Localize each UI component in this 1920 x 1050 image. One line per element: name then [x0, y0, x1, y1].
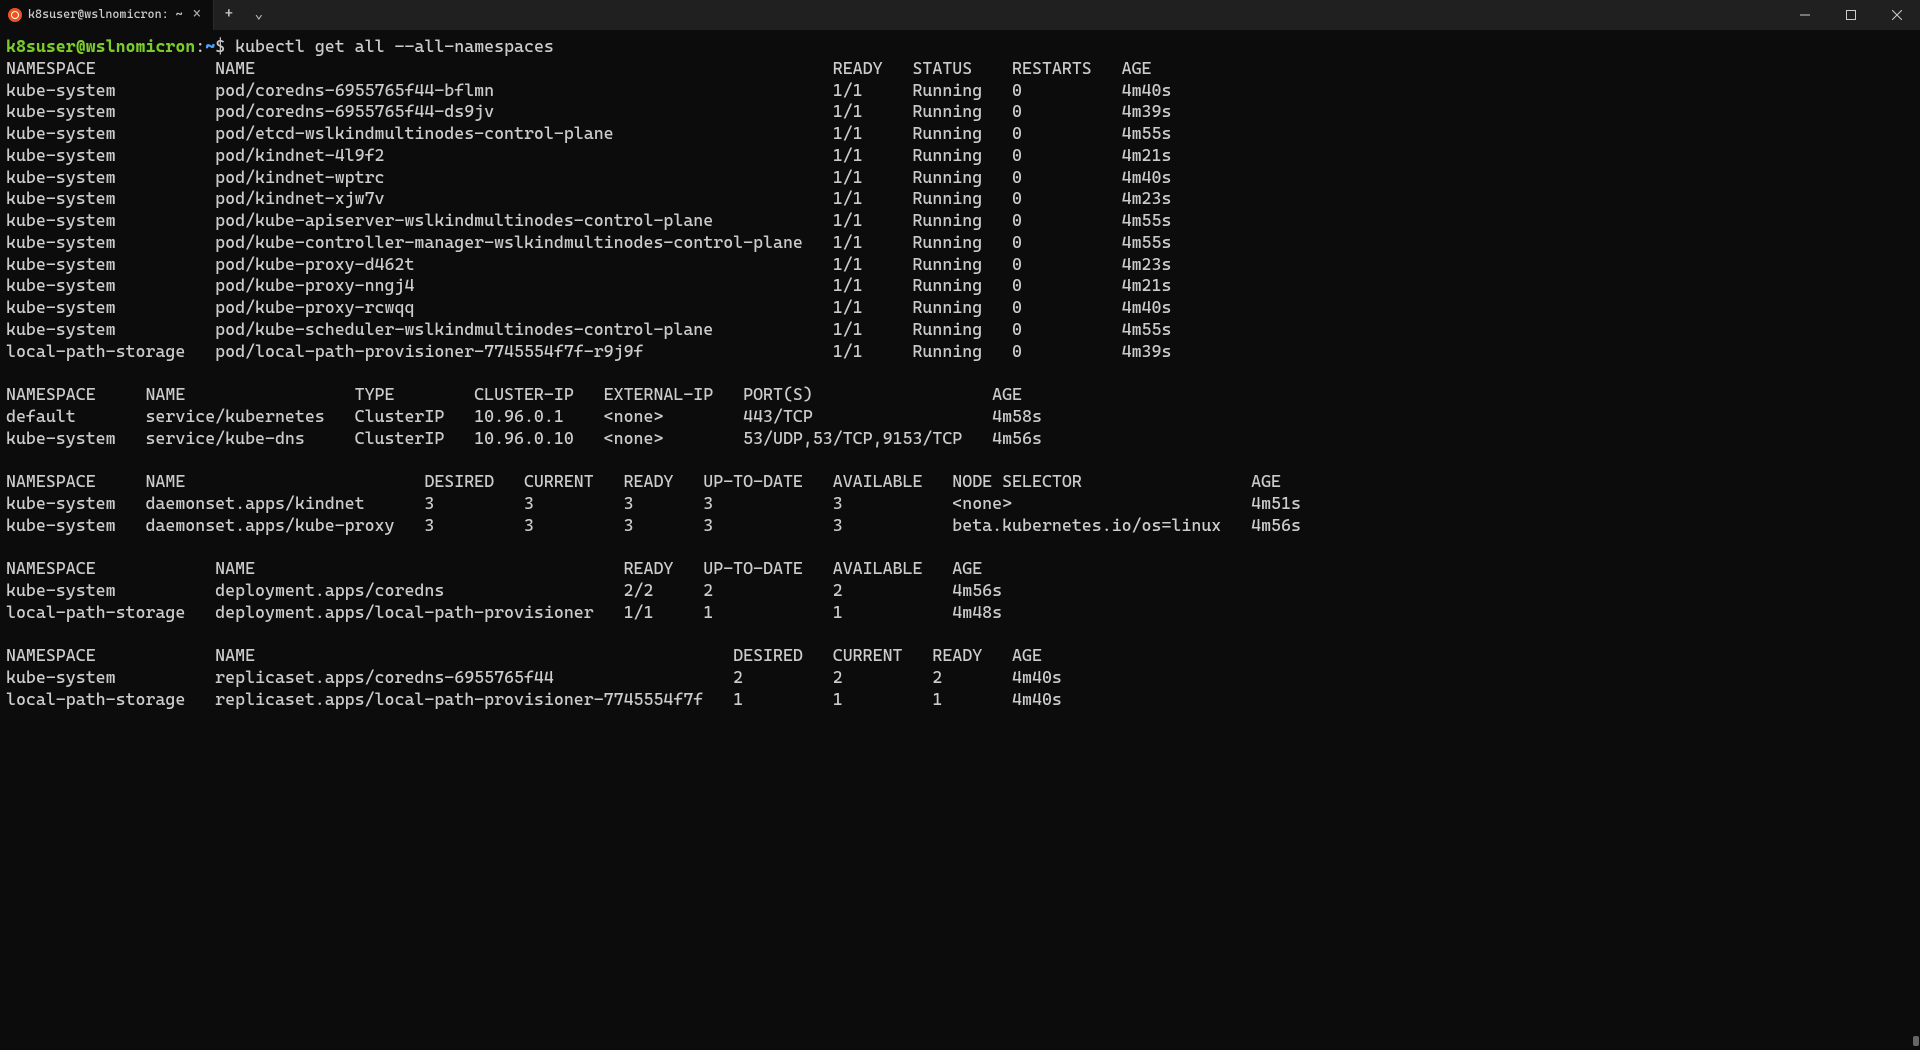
- minimize-icon: [1800, 10, 1810, 20]
- terminal-line: kube-system pod/kindnet-wptrc 1/1 Runnin…: [6, 167, 1914, 189]
- terminal-line: kube-system pod/kube-proxy-nngj4 1/1 Run…: [6, 275, 1914, 297]
- terminal-line: kube-system pod/coredns-6955765f44-bflmn…: [6, 80, 1914, 102]
- chevron-down-icon: ⌄: [255, 6, 263, 24]
- terminal-line: [6, 449, 1914, 471]
- terminal-line: NAMESPACE NAME DESIRED CURRENT READY UP-…: [6, 471, 1914, 493]
- terminal-line: kube-system daemonset.apps/kindnet 3 3 3…: [6, 493, 1914, 515]
- terminal-line: NAMESPACE NAME DESIRED CURRENT READY AGE: [6, 645, 1914, 667]
- terminal-line: kube-system pod/kube-controller-manager-…: [6, 232, 1914, 254]
- terminal-line: kube-system pod/kube-apiserver-wslkindmu…: [6, 210, 1914, 232]
- terminal-line: NAMESPACE NAME TYPE CLUSTER-IP EXTERNAL-…: [6, 384, 1914, 406]
- tab-active[interactable]: k8suser@wslnomicron: ~ ×: [0, 0, 214, 30]
- close-window-button[interactable]: [1874, 0, 1920, 30]
- terminal-line: default service/kubernetes ClusterIP 10.…: [6, 406, 1914, 428]
- terminal-line: kube-system deployment.apps/coredns 2/2 …: [6, 580, 1914, 602]
- prompt-user: k8suser@wslnomicron: [6, 36, 195, 56]
- terminal-line: kube-system pod/kube-proxy-rcwqq 1/1 Run…: [6, 297, 1914, 319]
- plus-icon: +: [225, 6, 233, 24]
- close-window-icon: [1892, 10, 1902, 20]
- prompt-colon: :: [195, 36, 205, 56]
- terminal-line: kube-system pod/kube-proxy-d462t 1/1 Run…: [6, 254, 1914, 276]
- prompt-sigil: $: [215, 36, 235, 56]
- terminal-line: kube-system pod/kindnet-xjw7v 1/1 Runnin…: [6, 188, 1914, 210]
- new-tab-button[interactable]: +: [214, 0, 244, 30]
- terminal-line: NAMESPACE NAME READY UP-TO-DATE AVAILABL…: [6, 558, 1914, 580]
- terminal-line: [6, 536, 1914, 558]
- terminal-line: NAMESPACE NAME READY STATUS RESTARTS AGE: [6, 58, 1914, 80]
- prompt-path: ~: [205, 36, 215, 56]
- terminal-line: kube-system service/kube-dns ClusterIP 1…: [6, 428, 1914, 450]
- terminal-line: [6, 362, 1914, 384]
- terminal-line: local-path-storage replicaset.apps/local…: [6, 689, 1914, 711]
- titlebar-drag-area[interactable]: [274, 0, 1782, 30]
- prompt-line: k8suser@wslnomicron:~$ kubectl get all -…: [6, 36, 1914, 58]
- scrollbar[interactable]: [1913, 1036, 1919, 1046]
- minimize-button[interactable]: [1782, 0, 1828, 30]
- terminal-line: kube-system replicaset.apps/coredns-6955…: [6, 667, 1914, 689]
- tab-dropdown-button[interactable]: ⌄: [244, 0, 274, 30]
- tab-title: k8suser@wslnomicron: ~: [28, 7, 183, 22]
- close-icon[interactable]: ×: [189, 6, 205, 24]
- maximize-button[interactable]: [1828, 0, 1874, 30]
- terminal-line: kube-system pod/kube-scheduler-wslkindmu…: [6, 319, 1914, 341]
- terminal-line: kube-system pod/kindnet-4l9f2 1/1 Runnin…: [6, 145, 1914, 167]
- terminal-line: kube-system daemonset.apps/kube-proxy 3 …: [6, 515, 1914, 537]
- ubuntu-icon: [8, 8, 22, 22]
- terminal-line: kube-system pod/etcd-wslkindmultinodes-c…: [6, 123, 1914, 145]
- window-titlebar: k8suser@wslnomicron: ~ × + ⌄: [0, 0, 1920, 30]
- terminal-line: local-path-storage pod/local-path-provis…: [6, 341, 1914, 363]
- maximize-icon: [1846, 10, 1856, 20]
- prompt-command: kubectl get all --all-namespaces: [235, 36, 554, 56]
- terminal-line: local-path-storage deployment.apps/local…: [6, 602, 1914, 624]
- terminal-line: kube-system pod/coredns-6955765f44-ds9jv…: [6, 101, 1914, 123]
- terminal-line: [6, 623, 1914, 645]
- terminal-body[interactable]: k8suser@wslnomicron:~$ kubectl get all -…: [0, 30, 1920, 716]
